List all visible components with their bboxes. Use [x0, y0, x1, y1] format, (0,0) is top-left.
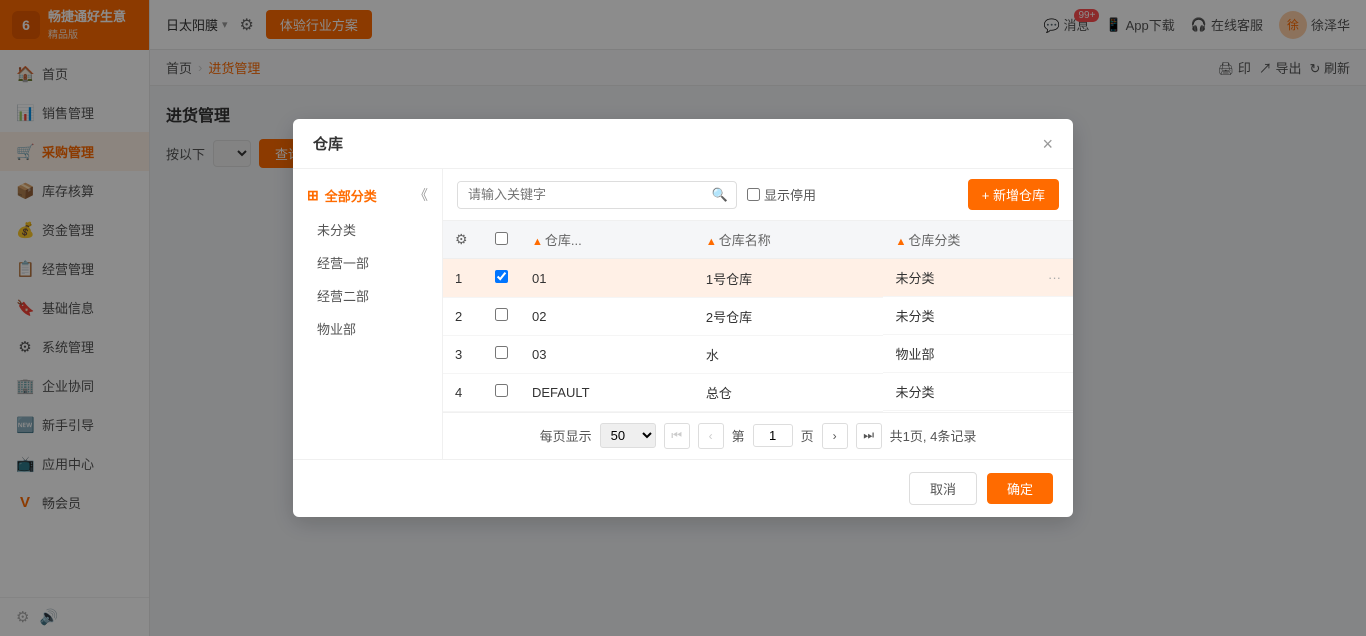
next-page-btn[interactable]: ›: [822, 423, 848, 449]
row-checkbox[interactable]: [495, 270, 508, 283]
row-category: 物业部···: [883, 335, 1073, 373]
table-gear-icon[interactable]: ⚙: [455, 231, 468, 247]
row-checkbox[interactable]: [495, 346, 508, 359]
search-box: 🔍: [457, 181, 737, 209]
page-number-label: 第: [732, 426, 745, 445]
modal-close-btn[interactable]: ×: [1042, 135, 1053, 153]
sort-category-icon: ▲: [895, 236, 906, 248]
sort-name-icon: ▲: [706, 236, 717, 248]
row-checkbox-cell: [483, 335, 520, 373]
add-warehouse-btn[interactable]: 新增仓库: [968, 179, 1059, 210]
page-suffix-label: 页: [801, 426, 814, 445]
table-row: 2 02 2号仓库 未分类···: [443, 297, 1073, 335]
row-index: 4: [443, 373, 483, 411]
all-categories-label: 全部分类: [325, 186, 377, 205]
row-checkbox-cell: [483, 259, 520, 298]
modal-category-sidebar: ⊞ 全部分类 《 未分类 经营一部 经营二部 物业部: [293, 169, 443, 459]
row-name: 1号仓库: [694, 259, 884, 298]
row-checkbox[interactable]: [495, 308, 508, 321]
last-page-btn[interactable]: ⏭: [856, 423, 882, 449]
row-index: 1: [443, 259, 483, 298]
row-name: 2号仓库: [694, 297, 884, 335]
per-page-label: 每页显示: [540, 426, 592, 445]
modal-title: 仓库: [313, 133, 343, 154]
all-categories-item[interactable]: ⊞ 全部分类 《: [293, 177, 442, 213]
row-actions-icon[interactable]: ···: [1048, 270, 1061, 285]
show-disabled-checkbox-label[interactable]: 显示停用: [747, 185, 816, 204]
page-number-input[interactable]: [753, 424, 793, 447]
total-label: 共1页, 4条记录: [890, 426, 977, 445]
table-row: 4 DEFAULT 总仓 未分类···: [443, 373, 1073, 411]
row-code: 03: [520, 335, 694, 373]
col-name: ▲仓库名称: [694, 221, 884, 259]
row-checkbox-cell: [483, 373, 520, 411]
row-code: 02: [520, 297, 694, 335]
warehouse-table-body: 1 01 1号仓库 未分类··· 2 02 2号仓库 未分类··· 3 03 水…: [443, 259, 1073, 412]
modal-pagination: 每页显示 50 10 20 100 ⏮ ‹ 第 页 › ⏭ 共1页, 4条记录: [443, 412, 1073, 459]
warehouse-table: ⚙ ▲仓库... ▲仓库名称 ▲仓库分类 1 01 1号仓库 未分类··· 2: [443, 221, 1073, 412]
row-index: 2: [443, 297, 483, 335]
category-property[interactable]: 物业部: [293, 312, 442, 345]
search-icon[interactable]: 🔍: [704, 182, 736, 208]
col-gear: ⚙: [443, 221, 483, 259]
row-index: 3: [443, 335, 483, 373]
table-row: 3 03 水 物业部···: [443, 335, 1073, 373]
row-code: DEFAULT: [520, 373, 694, 411]
col-code: ▲仓库...: [520, 221, 694, 259]
sort-code-icon: ▲: [532, 236, 543, 248]
show-disabled-label: 显示停用: [764, 185, 816, 204]
warehouse-modal: 仓库 × ⊞ 全部分类 《 未分类 经营一部 经营二部: [293, 119, 1073, 517]
col-checkbox: [483, 221, 520, 259]
show-disabled-checkbox[interactable]: [747, 188, 760, 201]
row-category: 未分类···: [883, 373, 1073, 411]
search-input[interactable]: [458, 182, 704, 207]
table-row: 1 01 1号仓库 未分类···: [443, 259, 1073, 298]
grid-icon: ⊞: [307, 187, 319, 204]
row-name: 水: [694, 335, 884, 373]
row-category: 未分类···: [883, 259, 1073, 297]
modal-footer: 取消 确定: [293, 459, 1073, 517]
modal-header: 仓库 ×: [293, 119, 1073, 169]
select-all-checkbox[interactable]: [495, 232, 508, 245]
modal-toolbar: 🔍 显示停用 新增仓库: [443, 169, 1073, 221]
row-checkbox-cell: [483, 297, 520, 335]
warehouse-table-wrap: ⚙ ▲仓库... ▲仓库名称 ▲仓库分类 1 01 1号仓库 未分类··· 2: [443, 221, 1073, 412]
modal-main-content: 🔍 显示停用 新增仓库 ⚙ ▲: [443, 169, 1073, 459]
first-page-btn[interactable]: ⏮: [664, 423, 690, 449]
confirm-btn[interactable]: 确定: [987, 473, 1053, 504]
sidebar-collapse-btn[interactable]: 《: [414, 185, 428, 205]
row-code: 01: [520, 259, 694, 298]
modal-overlay: 仓库 × ⊞ 全部分类 《 未分类 经营一部 经营二部: [0, 0, 1366, 636]
prev-page-btn[interactable]: ‹: [698, 423, 724, 449]
row-checkbox[interactable]: [495, 384, 508, 397]
row-category: 未分类···: [883, 297, 1073, 335]
category-ops2[interactable]: 经营二部: [293, 279, 442, 312]
category-unclassified[interactable]: 未分类: [293, 213, 442, 246]
row-name: 总仓: [694, 373, 884, 411]
table-header-row: ⚙ ▲仓库... ▲仓库名称 ▲仓库分类: [443, 221, 1073, 259]
modal-body: ⊞ 全部分类 《 未分类 经营一部 经营二部 物业部: [293, 169, 1073, 459]
col-category: ▲仓库分类: [883, 221, 1073, 259]
per-page-select[interactable]: 50 10 20 100: [600, 423, 656, 448]
cancel-btn[interactable]: 取消: [909, 472, 977, 505]
category-ops1[interactable]: 经营一部: [293, 246, 442, 279]
